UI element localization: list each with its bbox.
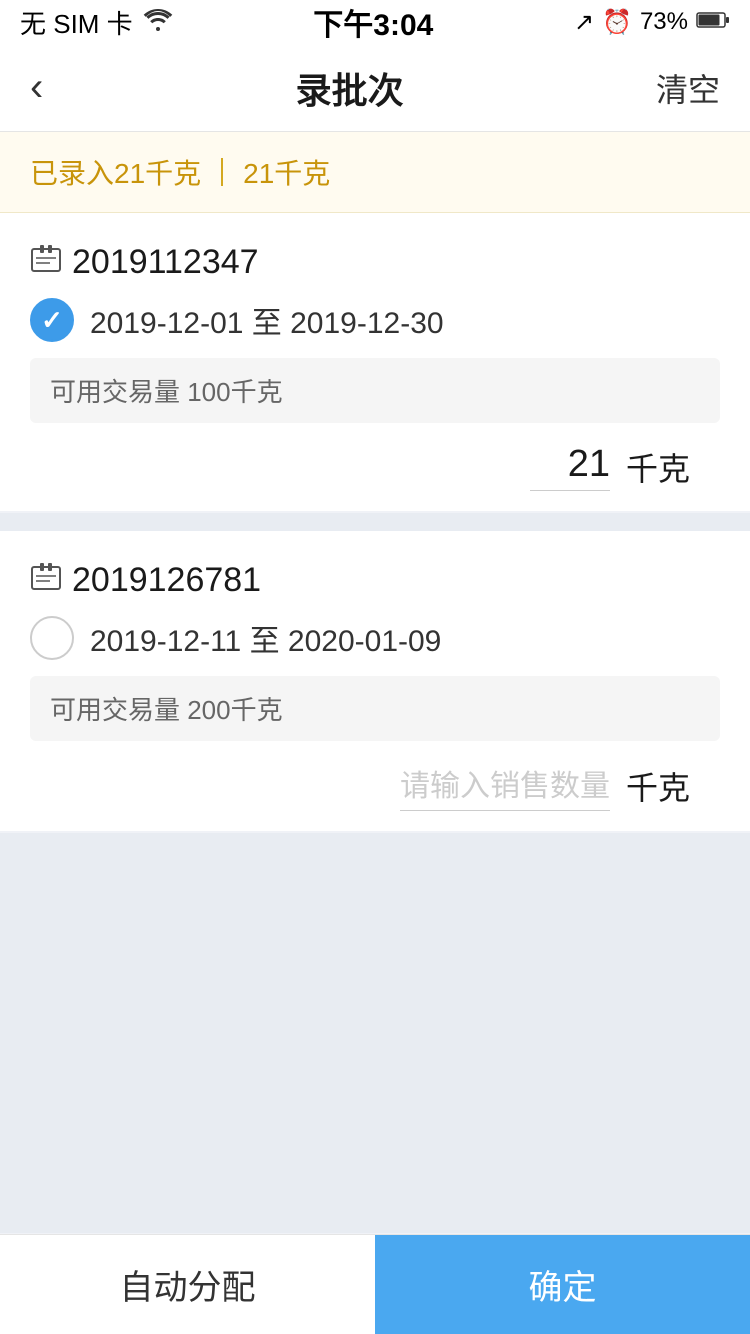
info-divider [221,158,223,186]
batch-icon-1 [30,245,62,281]
main-content: 2019112347 2019-12-01 至 2019-12-30 可用交易量… [0,213,750,1333]
qty-unit-2: 千克 [626,763,690,809]
wifi-icon [143,7,173,38]
battery-icon [696,8,730,36]
clear-button[interactable]: 清空 [656,65,720,111]
status-bar: 无 SIM 卡 下午3:04 ↗ ⏰ 73% [0,0,750,44]
available-qty-1: 可用交易量 100千克 [30,358,720,423]
alarm-icon: ⏰ [602,8,632,37]
batch-item-1: 2019112347 2019-12-01 至 2019-12-30 可用交易量… [0,213,750,511]
qty-input-row-2: 请输入销售数量 千克 [30,741,720,831]
page-title: 录批次 [296,62,404,114]
recorded-value: 21千克 [243,152,330,192]
radio-1[interactable] [30,298,74,342]
qty-input-1[interactable]: 21 [530,443,610,491]
batch-date-row-1: 2019-12-01 至 2019-12-30 [30,298,720,342]
info-bar: 已录入21千克 21千克 [0,132,750,213]
qty-input-2[interactable]: 请输入销售数量 [400,761,610,811]
batch-item-2: 2019126781 2019-12-11 至 2020-01-09 可用交易量… [0,531,750,831]
status-left: 无 SIM 卡 [20,4,173,41]
auto-distribute-button[interactable]: 自动分配 [0,1235,375,1334]
batch-date-2: 2019-12-11 至 2020-01-09 [90,616,441,660]
batch-header-1: 2019112347 [30,243,720,282]
battery-label: 73% [640,8,688,36]
batch-icon-2 [30,563,62,599]
qty-input-row-1: 21 千克 [30,423,720,511]
confirm-button[interactable]: 确定 [375,1235,750,1334]
bottom-bar: 自动分配 确定 [0,1234,750,1334]
batch-date-row-2: 2019-12-11 至 2020-01-09 [30,616,720,660]
qty-unit-1: 千克 [626,444,690,490]
batch-id-1: 2019112347 [72,243,259,282]
batch-header-2: 2019126781 [30,561,720,600]
nav-bar: ‹ 录批次 清空 [0,44,750,132]
location-icon: ↗ [574,8,594,37]
qty-placeholder-2: 请输入销售数量 [400,770,610,803]
radio-2[interactable] [30,616,74,660]
empty-area [0,833,750,1233]
available-qty-2: 可用交易量 200千克 [30,676,720,741]
batch-id-2: 2019126781 [72,561,261,600]
status-right: ↗ ⏰ 73% [574,8,730,37]
back-button[interactable]: ‹ [30,65,43,110]
section-divider [0,513,750,531]
status-time: 下午3:04 [313,0,433,44]
recorded-label: 已录入21千克 [30,152,201,192]
sim-label: 无 SIM 卡 [20,4,133,41]
batch-date-1: 2019-12-01 至 2019-12-30 [90,298,444,342]
